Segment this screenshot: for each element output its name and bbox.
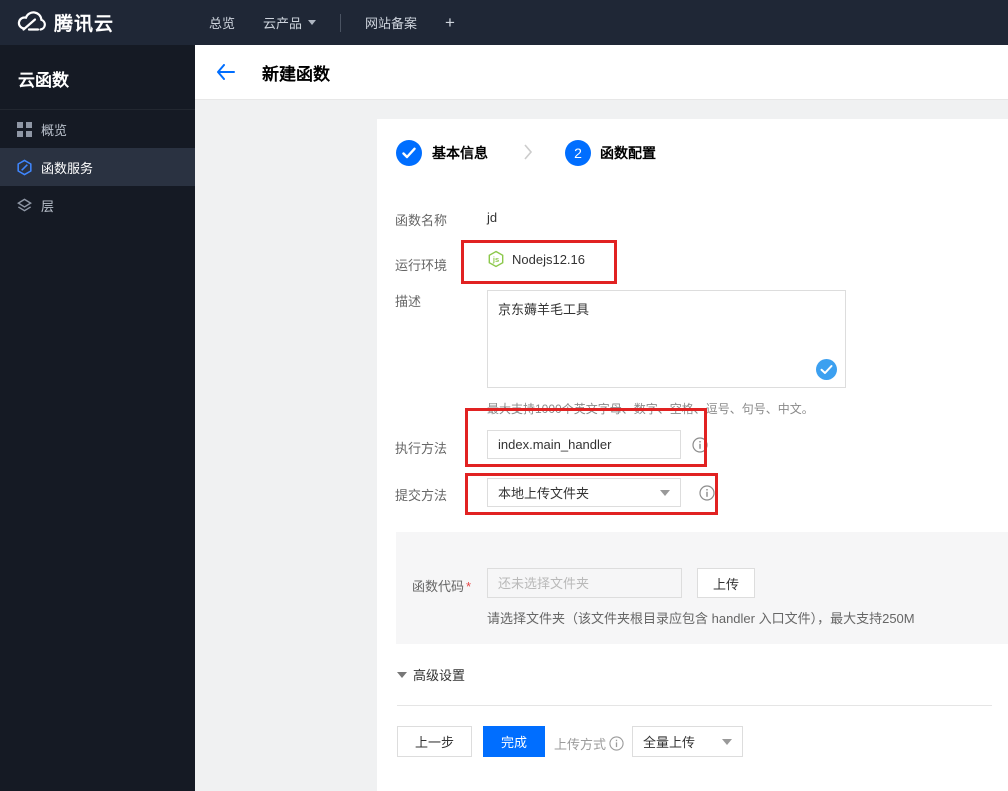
step1-label: 基本信息 xyxy=(432,145,488,161)
sidebar-item-layers[interactable]: 层 xyxy=(0,186,195,224)
sidebar-item-function-service[interactable]: 函数服务 xyxy=(0,148,195,186)
submit-method-info-icon[interactable] xyxy=(699,485,715,501)
sidebar-item-overview[interactable]: 概览 xyxy=(0,110,195,148)
function-code-label-text: 函数代码 xyxy=(412,579,465,594)
name-value: jd xyxy=(487,210,498,225)
step2-number: 2 xyxy=(565,140,591,166)
advanced-settings-label: 高级设置 xyxy=(413,668,466,683)
required-mark: * xyxy=(466,579,472,594)
step1-done-check-icon xyxy=(396,140,422,166)
folder-path-input[interactable] xyxy=(487,568,682,598)
function-code-section: 函数代码* 上传 请选择文件夹（该文件夹根目录应包含 handler 入口文件）… xyxy=(396,532,1008,644)
scf-hexagon-icon xyxy=(16,159,33,176)
page-title: 新建函数 xyxy=(262,64,330,84)
page-header: 新建函数 xyxy=(195,45,1008,100)
submit-method-select[interactable]: 本地上传文件夹 xyxy=(487,478,681,507)
add-tab-button[interactable]: + xyxy=(431,13,469,33)
step2-label: 函数配置 xyxy=(600,145,656,161)
handler-label: 执行方法 xyxy=(395,441,448,456)
layers-icon xyxy=(16,197,33,214)
triangle-down-icon xyxy=(397,671,407,678)
nav-item-products-label: 云产品 xyxy=(263,16,303,31)
nav-divider xyxy=(340,13,342,32)
upload-mode-label: 上传方式 xyxy=(554,734,624,753)
runtime-value: Nodejs12.16 xyxy=(512,251,585,267)
nav-item-beian[interactable]: 网站备案 xyxy=(351,0,431,45)
advanced-settings-toggle[interactable]: 高级设置 xyxy=(397,665,465,684)
description-label: 描述 xyxy=(395,294,422,309)
upload-mode-info-icon[interactable] xyxy=(609,736,624,751)
footer-divider xyxy=(397,705,992,706)
svg-text:js: js xyxy=(492,255,499,264)
sidebar-item-function-service-label: 函数服务 xyxy=(41,160,94,176)
function-code-hint: 请选择文件夹（该文件夹根目录应包含 handler 入口文件），最大支持250M xyxy=(487,611,915,626)
previous-step-button[interactable]: 上一步 xyxy=(397,726,472,757)
brand-name: 腾讯云 xyxy=(54,14,115,35)
select-caret-icon xyxy=(660,489,670,496)
nav-item-products[interactable]: 云产品 xyxy=(249,0,330,45)
sidebar: 云函数 概览 函数服务 层 xyxy=(0,45,195,791)
nav-item-overview-label: 总览 xyxy=(209,16,236,31)
content-area: 基本信息 2 函数配置 函数名称 jd 运行环境 js Nodejs12.16 xyxy=(195,100,1008,791)
sidebar-item-layers-label: 层 xyxy=(41,198,55,214)
description-hint: 最大支持1000个英文字母、数字、空格、逗号、句号、中文。 xyxy=(487,402,814,416)
nav-items: 总览 云产品 网站备案 + xyxy=(195,0,469,45)
top-navbar: 腾讯云 总览 云产品 网站备案 + xyxy=(0,0,1008,45)
submit-method-label: 提交方法 xyxy=(395,488,448,503)
grid-icon xyxy=(16,121,33,138)
step-chevron-icon xyxy=(523,143,533,164)
upload-mode-select[interactable]: 全量上传 xyxy=(632,726,743,757)
finish-button[interactable]: 完成 xyxy=(483,726,545,757)
sidebar-title: 云函数 xyxy=(0,45,195,110)
screen: 腾讯云 总览 云产品 网站备案 + 云函数 概览 函数服务 层 新建函数 基本信… xyxy=(0,0,1008,791)
nodejs-icon: js xyxy=(487,250,505,268)
runtime-value-wrap: js Nodejs12.16 xyxy=(487,250,585,268)
upload-button[interactable]: 上传 xyxy=(697,568,755,598)
name-label: 函数名称 xyxy=(395,213,448,228)
function-code-label: 函数代码 * xyxy=(412,576,471,595)
brand[interactable]: 腾讯云 xyxy=(0,8,195,37)
nav-item-overview[interactable]: 总览 xyxy=(195,0,249,45)
form-card: 基本信息 2 函数配置 函数名称 jd 运行环境 js Nodejs12.16 xyxy=(377,119,1008,791)
handler-info-icon[interactable] xyxy=(692,437,708,453)
valid-check-icon xyxy=(816,359,837,380)
upload-mode-value: 全量上传 xyxy=(643,735,696,750)
upload-mode-label-text: 上传方式 xyxy=(554,737,607,752)
chevron-down-icon xyxy=(308,20,317,25)
description-textarea[interactable]: 京东薅羊毛工具 xyxy=(487,290,846,388)
sidebar-item-overview-label: 概览 xyxy=(41,122,68,138)
handler-input[interactable] xyxy=(487,430,681,459)
nav-item-beian-label: 网站备案 xyxy=(365,16,418,31)
select-caret-icon xyxy=(722,738,732,745)
submit-method-value: 本地上传文件夹 xyxy=(498,486,590,501)
back-arrow-icon[interactable] xyxy=(215,61,237,83)
runtime-label: 运行环境 xyxy=(395,258,448,273)
tencent-cloud-logo-icon xyxy=(16,8,46,37)
